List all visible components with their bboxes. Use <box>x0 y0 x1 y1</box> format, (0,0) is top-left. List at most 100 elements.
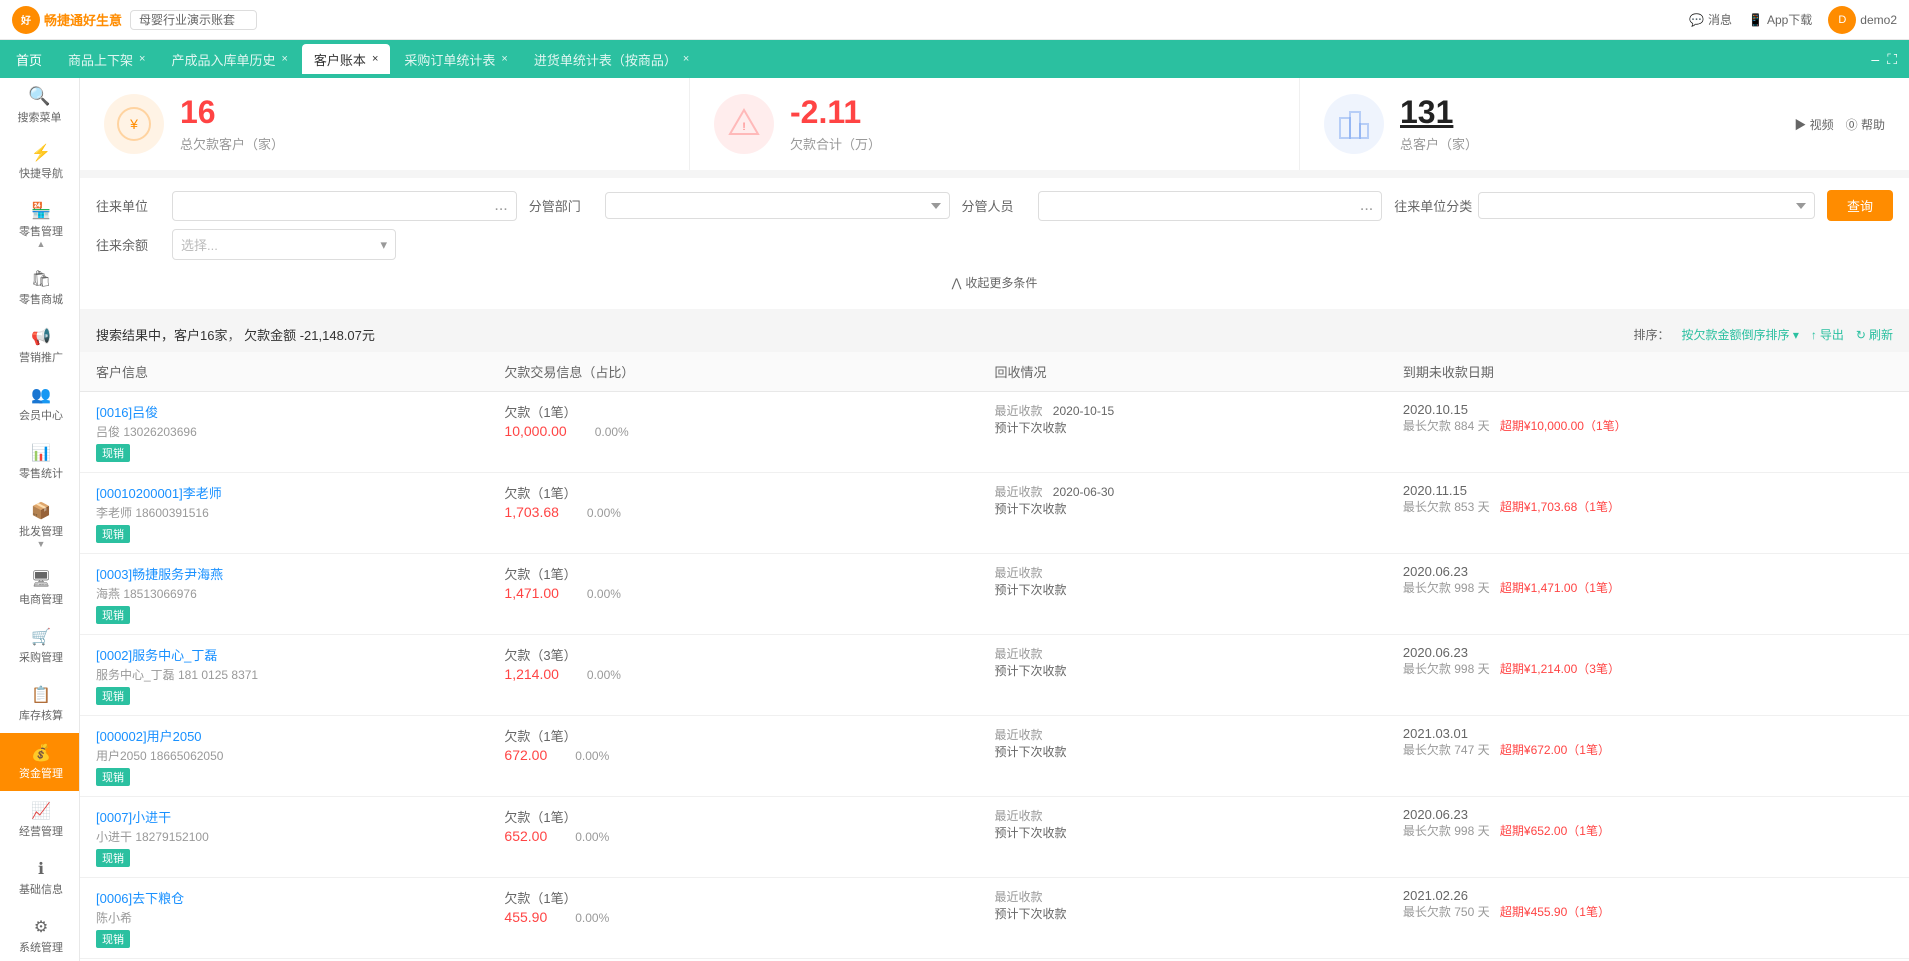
sidebar-search[interactable]: 🔍 搜索菜单 <box>0 78 79 133</box>
unit-type-select[interactable] <box>1478 192 1815 219</box>
user-menu[interactable]: D demo2 <box>1828 6 1897 34</box>
dept-select[interactable] <box>605 192 950 219</box>
sidebar-item-marketing[interactable]: 📢 营销推广 <box>0 317 79 375</box>
manager-input[interactable]: ... <box>1038 191 1383 221</box>
last-payment-label: 最近收款 <box>995 890 1043 904</box>
debt-info: 欠款（1笔） 455.90 0.00% <box>504 888 994 925</box>
tab-customer-account[interactable]: 客户账本 × <box>302 44 390 74</box>
customer-name[interactable]: [0016]吕俊 <box>96 402 504 421</box>
customer-name[interactable]: [0002]服务中心_丁磊 <box>96 645 504 664</box>
from-unit-input[interactable]: ... <box>172 191 517 221</box>
customer-info: [000002]用户2050 用户2050 18665062050 现销 <box>96 726 504 786</box>
app-download-btn[interactable]: 📱 App下载 <box>1748 11 1812 28</box>
help-btn[interactable]: ⓪ 帮助 <box>1846 116 1885 133</box>
last-payment-label: 最近收款 <box>995 485 1043 499</box>
next-payment-label: 预计下次收款 <box>995 824 1403 841</box>
sidebar-item-inventory[interactable]: 📋 库存核算 <box>0 675 79 733</box>
sidebar-item-retail-stats[interactable]: 📊 零售统计 <box>0 433 79 491</box>
tab-maximize[interactable]: ⛶ <box>1887 51 1897 68</box>
tab-close-stock-summary[interactable]: × <box>683 53 689 65</box>
sidebar-item-purchase[interactable]: 🛒 采购管理 <box>0 617 79 675</box>
balance-dropdown[interactable]: 选择... ▾ <box>172 229 396 260</box>
customer-name[interactable]: [0003]畅捷服务尹海燕 <box>96 564 504 583</box>
sidebar-item-batch-mgmt[interactable]: 📦 批发管理 ▼ <box>0 491 79 559</box>
overdue-amount[interactable]: 超期¥652.00（1笔） <box>1500 824 1610 838</box>
top-bar: 好 畅捷通好生意 母婴行业演示账套 💬 消息 📱 App下载 D demo2 <box>0 0 1909 40</box>
sidebar-item-ecommerce[interactable]: 🖥 电商管理 <box>0 559 79 617</box>
stats-row: ¥ 16 总欠款客户（家） ! -2.11 欠款合计（万） <box>80 78 1909 170</box>
export-label: 导出 <box>1820 326 1844 343</box>
tab-close-purchase-order[interactable]: × <box>501 53 507 65</box>
due-date: 2021.02.26 <box>1403 888 1893 903</box>
sidebar-item-operations[interactable]: 📈 经营管理 <box>0 791 79 849</box>
sidebar-item-retail-mall[interactable]: 🛍 零售商城 <box>0 259 79 317</box>
tab-purchase-order[interactable]: 采购订单统计表 × <box>392 44 519 74</box>
operations-icon: 📈 <box>31 801 51 821</box>
message-btn[interactable]: 💬 消息 <box>1689 11 1732 28</box>
tab-close-product-off[interactable]: × <box>139 53 145 65</box>
sort-select[interactable]: 按欠款金额倒序排序 ▾ <box>1682 326 1799 343</box>
table-row: [0003]畅捷服务尹海燕 海燕 18513066976 现销 欠款（1笔） 1… <box>80 554 1909 635</box>
overdue-amount[interactable]: 超期¥672.00（1笔） <box>1500 743 1610 757</box>
col-header-recovery: 回收情况 <box>995 362 1403 381</box>
view-btn[interactable]: ▶ 视频 <box>1794 116 1833 133</box>
debt-info: 欠款（1笔） 10,000.00 0.00% <box>504 402 994 439</box>
overdue-amount[interactable]: 超期¥455.90（1笔） <box>1500 905 1610 919</box>
recovery-info: 最近收款 预计下次收款 <box>995 645 1403 679</box>
sidebar-item-base-info[interactable]: ℹ 基础信息 <box>0 849 79 907</box>
tab-close-customer-account[interactable]: × <box>372 53 378 65</box>
overdue-amount[interactable]: 超期¥1,214.00（3笔） <box>1500 662 1620 676</box>
col-header-date: 到期未收款日期 <box>1403 362 1893 381</box>
last-payment-label: 最近收款 <box>995 647 1043 661</box>
customer-name[interactable]: [0006]去下粮仓 <box>96 888 504 907</box>
tab-minimize[interactable]: – <box>1871 51 1879 67</box>
overdue-amount[interactable]: 超期¥10,000.00（1笔） <box>1500 419 1627 433</box>
tab-close-produce-history[interactable]: × <box>281 53 287 65</box>
next-payment-label: 预计下次收款 <box>995 419 1403 436</box>
tab-stock-summary[interactable]: 进货单统计表（按商品） × <box>522 44 701 74</box>
system-icon: ⚙ <box>34 917 48 937</box>
debt-percent: 0.00% <box>595 425 629 439</box>
stat-total-customers-icon <box>1324 94 1384 154</box>
sidebar-item-system[interactable]: ⚙ 系统管理 <box>0 907 79 961</box>
debt-count: 欠款（1笔） <box>504 483 994 502</box>
retail-mgmt-icon: 🏪 <box>31 201 51 221</box>
sidebar-search-label: 搜索菜单 <box>18 109 62 125</box>
tab-product-off[interactable]: 商品上下架 × <box>56 44 157 74</box>
expand-bar[interactable]: ⋀ 收起更多条件 <box>96 268 1893 297</box>
customer-name[interactable]: [00010200001]李老师 <box>96 483 504 502</box>
customer-name[interactable]: [0007]小进干 <box>96 807 504 826</box>
result-summary: 搜索结果中，客户16家 <box>96 328 227 343</box>
customer-phone: 用户2050 18665062050 <box>96 747 504 764</box>
export-btn[interactable]: ↑ 导出 <box>1811 326 1844 343</box>
filter-area: 往来单位 ... 分管部门 分管人员 ... <box>80 178 1909 309</box>
tab-home[interactable]: 首页 <box>4 44 54 74</box>
last-payment-label: 最近收款 <box>995 809 1043 823</box>
tab-produce-history[interactable]: 产成品入库单历史 × <box>159 44 299 74</box>
sort-label: 排序： <box>1634 326 1670 343</box>
customer-info: [0016]吕俊 吕俊 13026203696 现销 <box>96 402 504 462</box>
overdue-days: 最长欠款 853 天 <box>1403 500 1496 514</box>
date-info: 2020.06.23 最长欠款 998 天 超期¥1,214.00（3笔） <box>1403 645 1893 677</box>
logo-area: 好 畅捷通好生意 <box>12 6 122 34</box>
date-info: 2020.11.15 最长欠款 853 天 超期¥1,703.68（1笔） <box>1403 483 1893 515</box>
sidebar-item-finance[interactable]: 💰 资金管理 <box>0 733 79 791</box>
from-unit-dots: ... <box>494 197 507 215</box>
debt-count: 欠款（1笔） <box>504 726 994 745</box>
search-button[interactable]: 查询 <box>1827 190 1893 221</box>
sidebar-item-quick-nav[interactable]: ⚡ 快捷导航 <box>0 133 79 191</box>
stat-debt-amount-value: -2.11 <box>790 95 881 130</box>
last-payment-label: 最近收款 <box>995 728 1043 742</box>
sidebar-item-retail-mgmt[interactable]: 🏪 零售管理 ▲ <box>0 191 79 259</box>
retail-stats-icon: 📊 <box>31 443 51 463</box>
svg-text:¥: ¥ <box>129 116 138 132</box>
overdue-amount[interactable]: 超期¥1,471.00（1笔） <box>1500 581 1620 595</box>
refresh-btn[interactable]: ↻ 刷新 <box>1856 326 1893 343</box>
debt-percent: 0.00% <box>587 587 621 601</box>
col-header-debt: 欠款交易信息（占比） <box>504 362 994 381</box>
customer-name[interactable]: [000002]用户2050 <box>96 726 504 745</box>
overdue-amount[interactable]: 超期¥1,703.68（1笔） <box>1500 500 1620 514</box>
store-select[interactable]: 母婴行业演示账套 <box>130 10 257 30</box>
sidebar-item-member[interactable]: 👥 会员中心 <box>0 375 79 433</box>
filter-from-unit: 往来单位 ... <box>96 191 517 221</box>
